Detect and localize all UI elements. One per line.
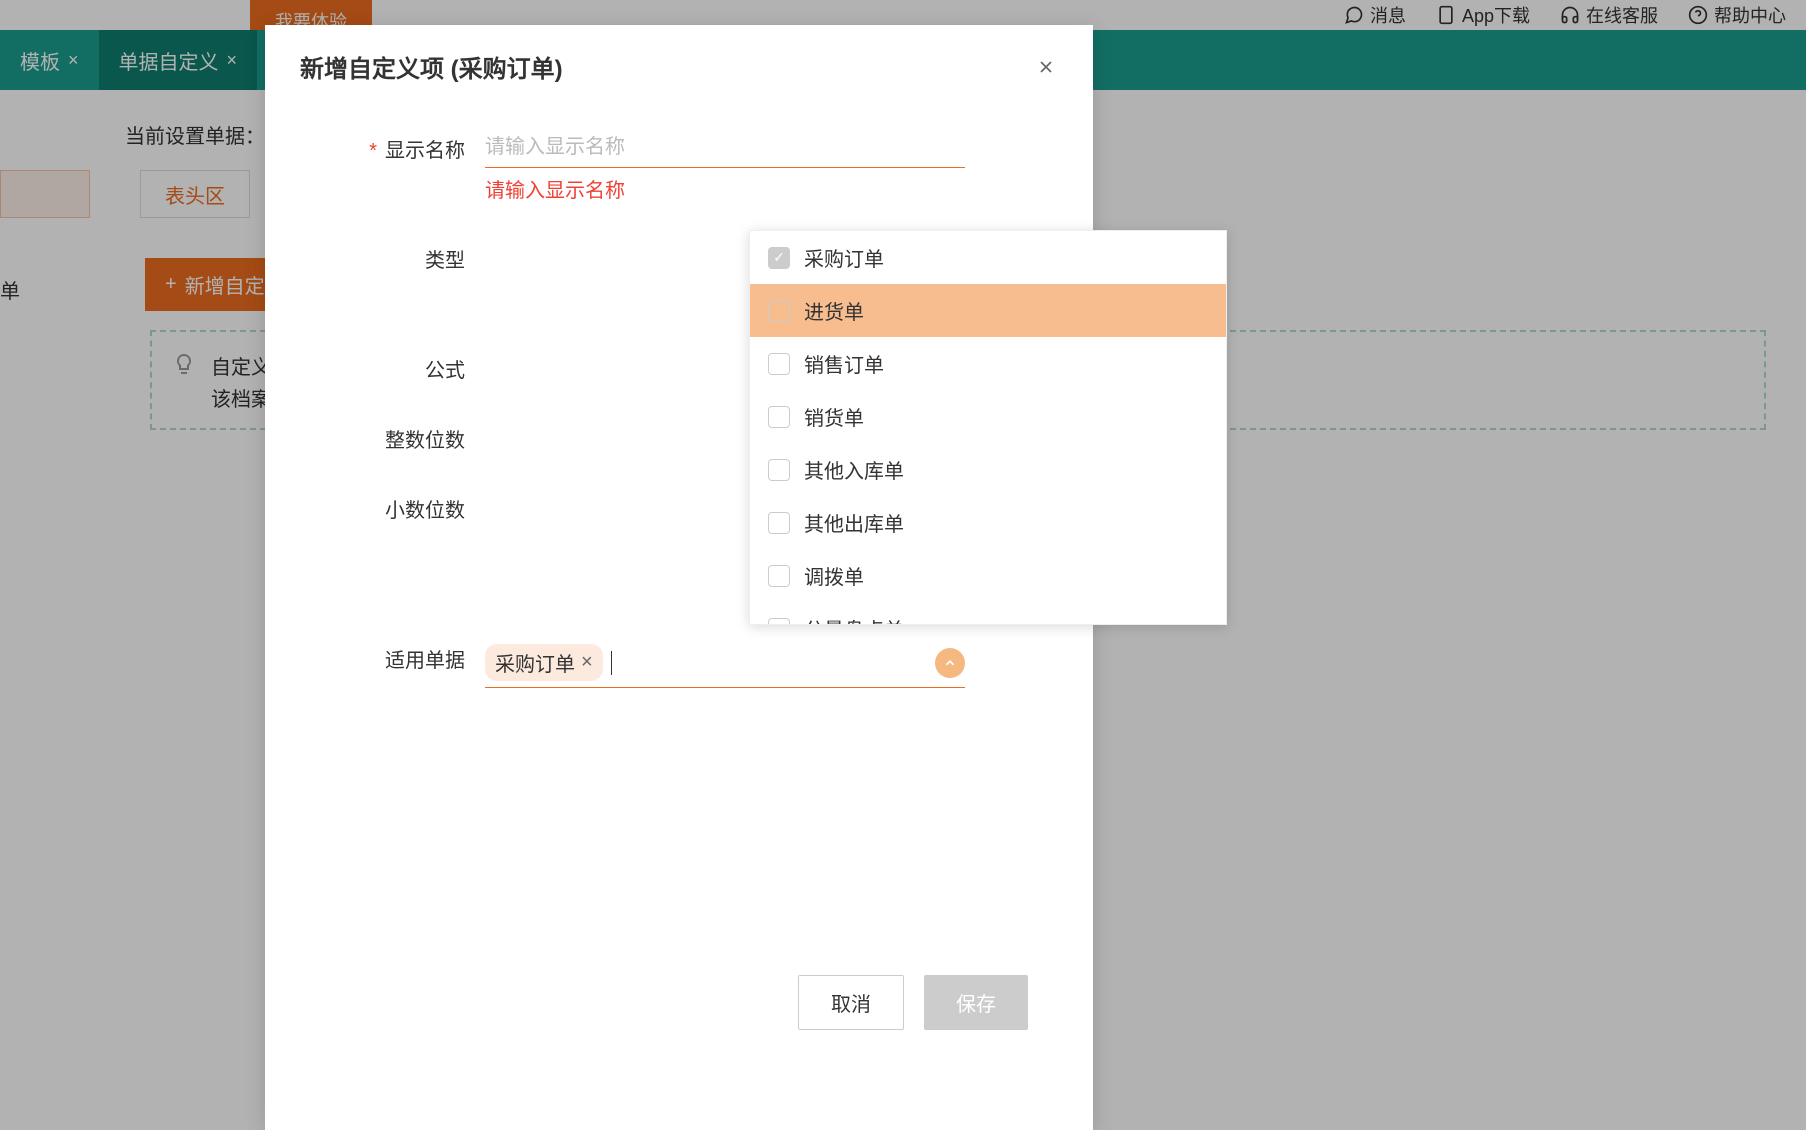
dropdown-option-partial-count[interactable]: 分量盘点单 (750, 602, 1226, 624)
tag-remove-icon[interactable]: × (581, 651, 593, 674)
chevron-up-icon[interactable] (935, 648, 965, 678)
add-custom-field-modal: 新增自定义项 (采购订单) *显示名称 请输入显示名称 类型 公式 (265, 25, 1093, 1130)
cancel-label: 取消 (831, 994, 871, 1016)
dropdown-option-other-outbound[interactable]: 其他出库单 (750, 496, 1226, 549)
text-cursor (611, 651, 612, 675)
modal-title: 新增自定义项 (采购订单) (300, 49, 563, 84)
option-label: 其他入库单 (804, 455, 904, 484)
dropdown-option-sales-invoice[interactable]: 销货单 (750, 390, 1226, 443)
checkbox-icon[interactable] (768, 565, 790, 587)
dropdown-scroll[interactable]: 采购订单 进货单 销售订单 销货单 其他入库单 其他出库单 (750, 231, 1226, 624)
option-label: 其他出库单 (804, 508, 904, 537)
cancel-button[interactable]: 取消 (798, 975, 904, 1030)
option-label: 分量盘点单 (804, 614, 904, 624)
checkbox-icon[interactable] (768, 618, 790, 625)
display-name-input[interactable] (485, 128, 965, 168)
type-label: 类型 (300, 238, 485, 273)
dropdown-option-purchase-order[interactable]: 采购订单 (750, 231, 1226, 284)
integer-digits-label: 整数位数 (300, 418, 485, 453)
save-label: 保存 (956, 994, 996, 1016)
checkbox-icon[interactable] (768, 247, 790, 269)
option-label: 进货单 (804, 296, 864, 325)
decimal-digits-label: 小数位数 (300, 488, 485, 523)
applicable-docs-label: 适用单据 (300, 638, 485, 673)
checkbox-icon[interactable] (768, 459, 790, 481)
formula-label: 公式 (300, 348, 485, 383)
display-name-label: *显示名称 (300, 128, 485, 163)
form-row-applicable-docs: 适用单据 采购订单 × (300, 638, 1058, 688)
doc-tag-label: 采购订单 (495, 648, 575, 677)
option-label: 销货单 (804, 402, 864, 431)
dropdown-option-sales-order[interactable]: 销售订单 (750, 337, 1226, 390)
option-label: 调拨单 (804, 561, 864, 590)
dropdown-option-other-inbound[interactable]: 其他入库单 (750, 443, 1226, 496)
checkbox-icon[interactable] (768, 300, 790, 322)
close-icon[interactable] (1034, 55, 1058, 79)
modal-header: 新增自定义项 (采购订单) (265, 25, 1093, 108)
applicable-docs-input[interactable]: 采购订单 × (485, 638, 965, 688)
modal-footer: 取消 保存 (798, 975, 1028, 1030)
doc-tag: 采购订单 × (485, 644, 603, 681)
option-label: 采购订单 (804, 243, 884, 272)
display-name-error: 请输入显示名称 (485, 174, 1058, 203)
checkbox-icon[interactable] (768, 512, 790, 534)
dropdown-option-receipt[interactable]: 进货单 (750, 284, 1226, 337)
checkbox-icon[interactable] (768, 353, 790, 375)
form-row-display-name: *显示名称 请输入显示名称 (300, 128, 1058, 203)
checkbox-icon[interactable] (768, 406, 790, 428)
option-label: 销售订单 (804, 349, 884, 378)
required-star-icon: * (369, 140, 377, 162)
docs-dropdown: 采购订单 进货单 销售订单 销货单 其他入库单 其他出库单 (749, 230, 1227, 625)
save-button[interactable]: 保存 (924, 975, 1028, 1030)
dropdown-option-transfer[interactable]: 调拨单 (750, 549, 1226, 602)
